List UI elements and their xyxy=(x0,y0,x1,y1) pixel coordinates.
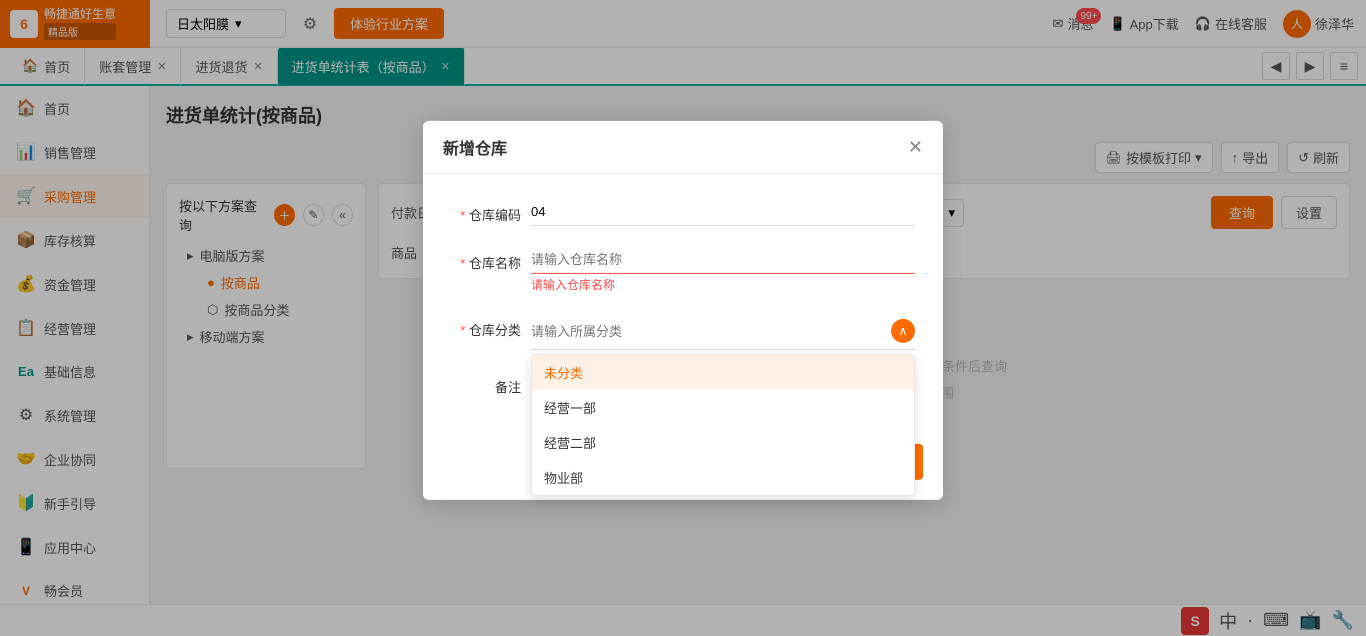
dropdown-item-dept1[interactable]: 经营一部 xyxy=(532,390,914,425)
code-input[interactable] xyxy=(531,198,915,226)
dropdown-item-dept3[interactable]: 物业部 xyxy=(532,460,914,495)
name-input[interactable] xyxy=(531,246,915,274)
name-control-wrap: 请输入仓库名称 xyxy=(531,246,915,293)
name-field-row: * 仓库名称 请输入仓库名称 xyxy=(451,246,915,293)
name-error: 请输入仓库名称 xyxy=(531,276,915,293)
code-field-row: * 仓库编码 xyxy=(451,198,915,226)
dialog-header: 新增仓库 ✕ xyxy=(423,121,943,174)
category-select-wrap: ∧ xyxy=(531,313,915,350)
dropdown-item-uncategorized[interactable]: 未分类 xyxy=(532,355,914,390)
dropdown-item-dept2[interactable]: 经营二部 xyxy=(532,425,914,460)
dialog-title: 新增仓库 xyxy=(443,135,507,159)
new-warehouse-dialog: 新增仓库 ✕ * 仓库编码 * 仓库名称 请输入仓库名称 xyxy=(423,121,943,500)
code-control-wrap xyxy=(531,198,915,226)
remark-label: 备注 xyxy=(451,370,531,396)
category-dropdown-toggle[interactable]: ∧ xyxy=(891,319,915,343)
category-control-wrap: ∧ 未分类 经营一部 经营二部 物业部 xyxy=(531,313,915,350)
category-field-row: * 仓库分类 ∧ 未分类 经营一部 经营二部 物业部 xyxy=(451,313,915,350)
code-label: * 仓库编码 xyxy=(451,198,531,224)
category-label: * 仓库分类 xyxy=(451,313,531,339)
dialog-body: * 仓库编码 * 仓库名称 请输入仓库名称 * 仓库分类 xyxy=(423,174,943,434)
category-dropdown: 未分类 经营一部 经营二部 物业部 xyxy=(531,354,915,496)
name-label: * 仓库名称 xyxy=(451,246,531,272)
dialog-close-btn[interactable]: ✕ xyxy=(908,136,923,157)
category-input[interactable] xyxy=(531,323,891,338)
